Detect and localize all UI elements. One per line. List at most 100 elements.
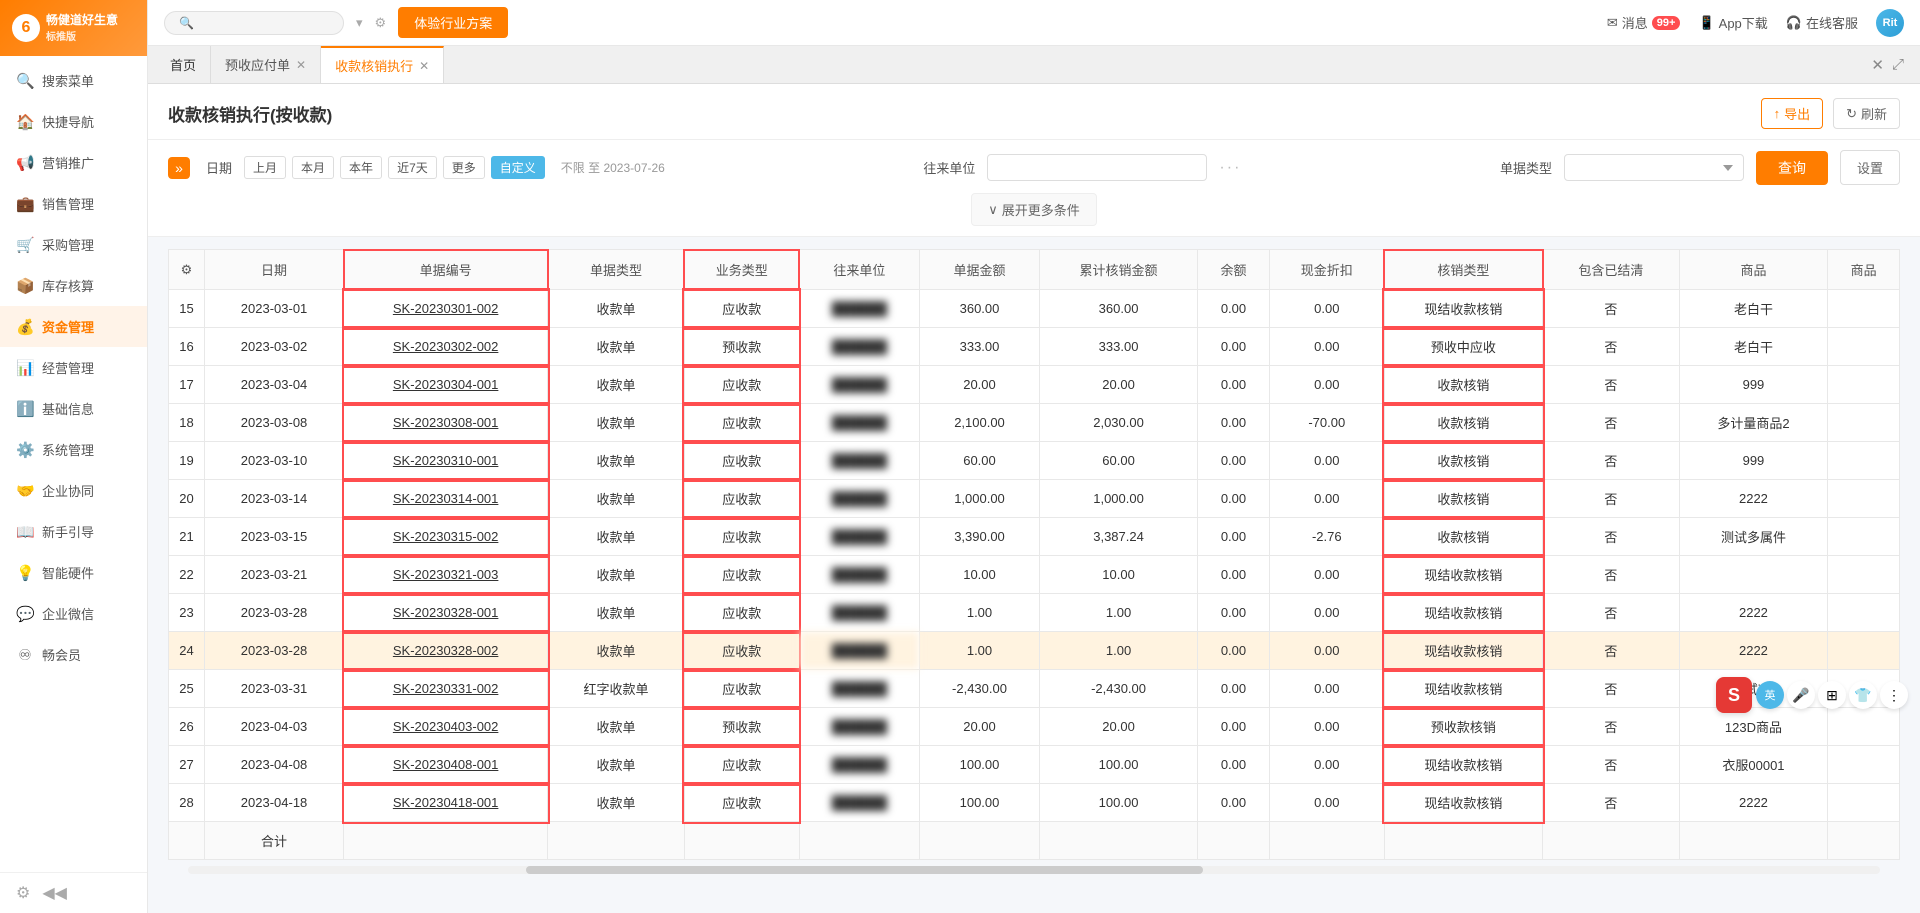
- row-bill-no[interactable]: SK-20230302-002: [344, 328, 548, 366]
- tabs-bar: 首页 预收应付单 ✕ 收款核销执行 ✕ ✕ ⤢: [148, 46, 1920, 84]
- settings-button[interactable]: 设置: [1840, 150, 1900, 185]
- tab-prepayment-close[interactable]: ✕: [296, 58, 306, 72]
- table-row: 282023-04-18SK-20230418-001收款单应收款██████1…: [169, 784, 1900, 822]
- date-this-year[interactable]: 本年: [340, 156, 382, 179]
- sidebar-item-collab[interactable]: 🤝 企业协同: [0, 470, 147, 511]
- sidebar-item-nav[interactable]: 🏠 快捷导航: [0, 101, 147, 142]
- date-custom[interactable]: 自定义: [491, 156, 545, 179]
- row-biz-type: 应收款: [684, 518, 799, 556]
- message-item[interactable]: ✉ 消息 99+: [1607, 13, 1681, 32]
- online-service-label: 在线客服: [1806, 13, 1858, 32]
- sidebar-item-basic[interactable]: ℹ️ 基础信息: [0, 388, 147, 429]
- sidebar-item-purchase[interactable]: 🛒 采购管理: [0, 224, 147, 265]
- bill-type-select[interactable]: [1564, 154, 1744, 181]
- export-button[interactable]: ↑ 导出: [1761, 98, 1824, 129]
- gear-icon[interactable]: ⚙: [375, 15, 387, 31]
- row-bill-no[interactable]: SK-20230418-001: [344, 784, 548, 822]
- date-this-month[interactable]: 本月: [292, 156, 334, 179]
- sidebar-item-finance[interactable]: 💰 资金管理: [0, 306, 147, 347]
- row-bill-no[interactable]: SK-20230331-002: [344, 670, 548, 708]
- sidebar-item-marketing[interactable]: 📢 营销推广: [0, 142, 147, 183]
- table-scrollbar[interactable]: [188, 866, 1880, 874]
- row-bill-no[interactable]: SK-20230328-001: [344, 594, 548, 632]
- row-bill-no[interactable]: SK-20230301-002: [344, 290, 548, 328]
- tab-verification[interactable]: 收款核销执行 ✕: [321, 46, 444, 83]
- col-settings[interactable]: ⚙: [169, 250, 205, 290]
- refresh-button[interactable]: ↻ 刷新: [1833, 98, 1900, 129]
- row-bill-no[interactable]: SK-20230308-001: [344, 404, 548, 442]
- sidebar-item-sales[interactable]: 💼 销售管理: [0, 183, 147, 224]
- total-cell: [344, 822, 548, 860]
- sidebar-item-label: 智能硬件: [42, 563, 94, 582]
- row-balance: 0.00: [1198, 290, 1270, 328]
- table-row: 152023-03-01SK-20230301-002收款单应收款██████3…: [169, 290, 1900, 328]
- sidebar-item-member[interactable]: ♾ 畅会员: [0, 634, 147, 675]
- row-bill-no[interactable]: SK-20230408-001: [344, 746, 548, 784]
- sidebar-item-inventory[interactable]: 📦 库存核算: [0, 265, 147, 306]
- sidebar-item-guide[interactable]: 📖 新手引导: [0, 511, 147, 552]
- english-input-button[interactable]: 英: [1756, 681, 1784, 709]
- row-product: 测试多属件: [1679, 518, 1828, 556]
- app-download-item[interactable]: 📱 App下载: [1698, 13, 1767, 32]
- dropdown-icon[interactable]: ▾: [356, 15, 363, 31]
- row-bill-no[interactable]: SK-20230304-001: [344, 366, 548, 404]
- row-amount: 333.00: [920, 328, 1040, 366]
- row-balance: 0.00: [1198, 480, 1270, 518]
- date-last-month[interactable]: 上月: [244, 156, 286, 179]
- date-7days[interactable]: 近7天: [388, 156, 437, 179]
- row-bill-no[interactable]: SK-20230328-002: [344, 632, 548, 670]
- tab-home[interactable]: 首页: [156, 46, 211, 83]
- total-cell: [1384, 822, 1542, 860]
- row-product: [1679, 556, 1828, 594]
- sidebar-item-operations[interactable]: 📊 经营管理: [0, 347, 147, 388]
- sidebar-item-system[interactable]: ⚙️ 系统管理: [0, 429, 147, 470]
- col-partner: 往来单位: [799, 250, 919, 290]
- row-bill-no[interactable]: SK-20230315-002: [344, 518, 548, 556]
- row-product: 999: [1679, 366, 1828, 404]
- s-logo-button[interactable]: S: [1716, 677, 1752, 713]
- maximize-icon[interactable]: ⤢: [1892, 56, 1904, 73]
- sidebar-item-hardware[interactable]: 💡 智能硬件: [0, 552, 147, 593]
- row-biz-type: 应收款: [684, 366, 799, 404]
- settings-bottom-icon[interactable]: ⚙: [16, 883, 30, 903]
- row-no: 16: [169, 328, 205, 366]
- tab-verification-close[interactable]: ✕: [419, 59, 429, 73]
- col-product2: 商品: [1828, 250, 1900, 290]
- online-service-item[interactable]: 🎧 在线客服: [1786, 13, 1858, 32]
- row-no: 26: [169, 708, 205, 746]
- tab-prepayment[interactable]: 预收应付单 ✕: [211, 46, 321, 83]
- topbar-search[interactable]: 🔍: [164, 11, 344, 35]
- col-balance: 余额: [1198, 250, 1270, 290]
- filter-collapse-button[interactable]: »: [168, 157, 190, 179]
- row-no: 17: [169, 366, 205, 404]
- row-bill-no[interactable]: SK-20230321-003: [344, 556, 548, 594]
- row-product2: [1828, 518, 1900, 556]
- sidebar-item-wechat[interactable]: 💬 企业微信: [0, 593, 147, 634]
- microphone-button[interactable]: 🎤: [1787, 681, 1815, 709]
- shirt-button[interactable]: 👕: [1849, 681, 1877, 709]
- sidebar-item-search[interactable]: 🔍 搜索菜单: [0, 60, 147, 101]
- industry-solution-button[interactable]: 体验行业方案: [398, 7, 508, 38]
- avatar[interactable]: Rit: [1876, 9, 1904, 37]
- row-bill-no[interactable]: SK-20230403-002: [344, 708, 548, 746]
- filter-row-1: » 日期 上月 本月 本年 近7天 更多 自定义 不限 至 2023-07-26…: [168, 150, 1900, 185]
- filter-dots[interactable]: ···: [1219, 159, 1241, 177]
- row-biz-type: 应收款: [684, 670, 799, 708]
- keyboard-grid-button[interactable]: ⊞: [1818, 681, 1846, 709]
- settings-table-icon[interactable]: ⚙: [181, 262, 193, 277]
- row-bill-no[interactable]: SK-20230310-001: [344, 442, 548, 480]
- row-product2: [1828, 480, 1900, 518]
- partner-input[interactable]: [987, 154, 1207, 181]
- expand-button[interactable]: ∨ 展开更多条件: [971, 193, 1097, 226]
- row-settled: 否: [1543, 290, 1680, 328]
- row-settled: 否: [1543, 556, 1680, 594]
- row-bill-no[interactable]: SK-20230314-001: [344, 480, 548, 518]
- more-button[interactable]: ⋮: [1880, 681, 1908, 709]
- query-button[interactable]: 查询: [1756, 151, 1828, 185]
- collapse-icon[interactable]: ◀◀: [42, 883, 67, 903]
- date-more[interactable]: 更多: [443, 156, 485, 179]
- search-icon: 🔍: [179, 16, 194, 30]
- close-window-icon[interactable]: ✕: [1871, 56, 1884, 74]
- table-row: 162023-03-02SK-20230302-002收款单预收款██████3…: [169, 328, 1900, 366]
- row-no: 28: [169, 784, 205, 822]
